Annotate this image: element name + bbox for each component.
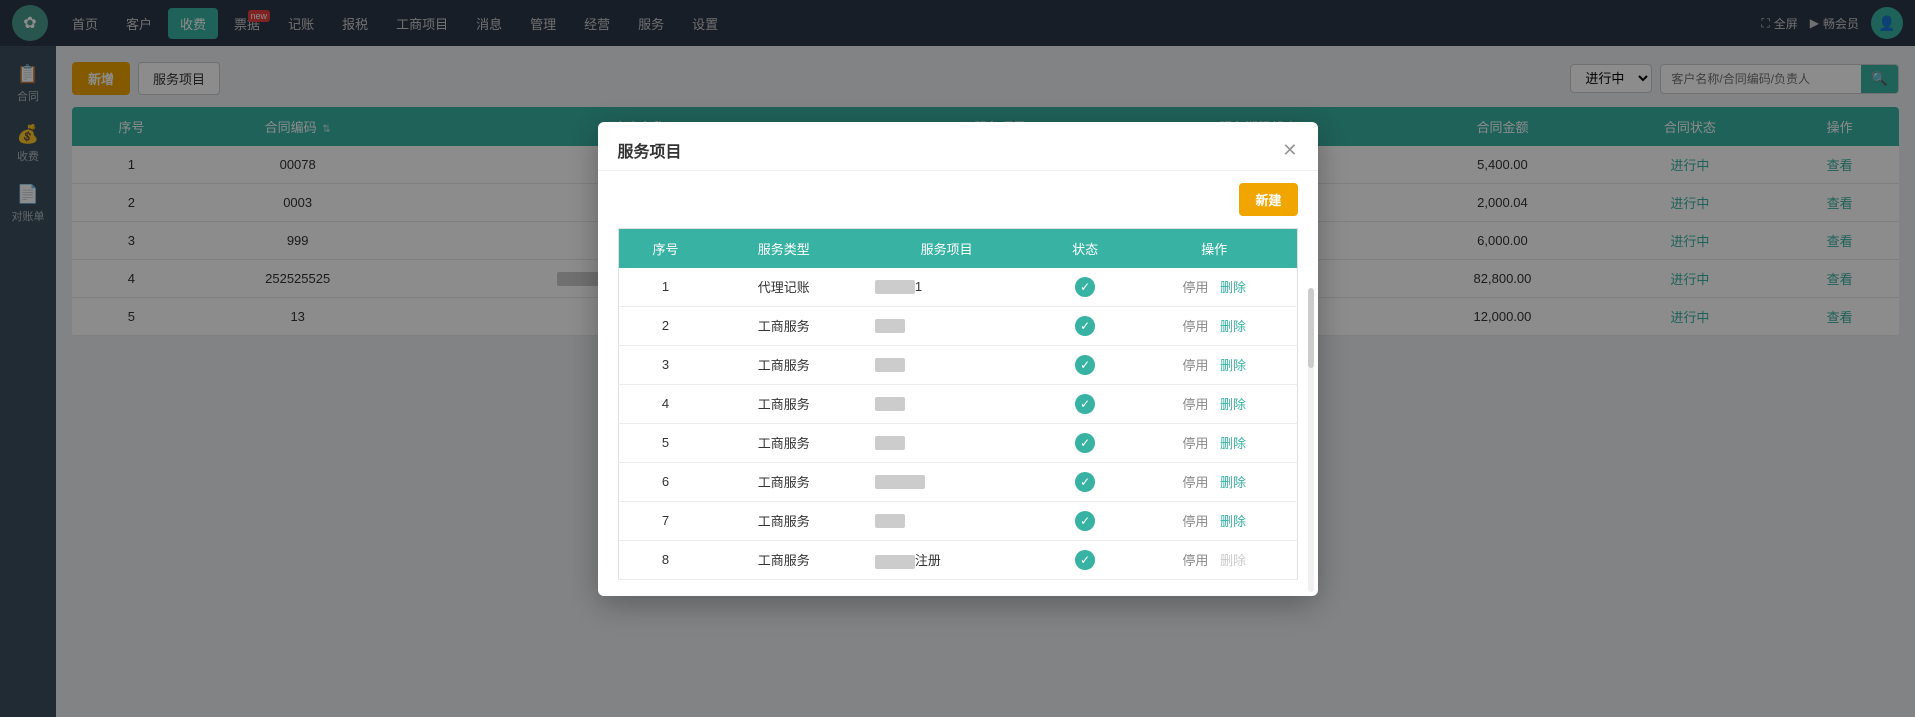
modal-cell-action[interactable]: 停用 删除 xyxy=(1132,540,1297,579)
modal-table-row: 8 工商服务 注册 ✓ 停用 删除 xyxy=(618,540,1297,579)
modal-table-row: 5 工商服务 ✓ 停用 删除 xyxy=(618,423,1297,462)
modal-toolbar: 新建 xyxy=(598,171,1318,228)
modal-cell-status: ✓ xyxy=(1038,540,1132,579)
delete-button[interactable]: 删除 xyxy=(1220,475,1246,490)
modal-cell-type: 工商服务 xyxy=(713,423,855,462)
modal-cell-seq: 8 xyxy=(618,540,713,579)
modal-cell-action[interactable]: 停用 删除 xyxy=(1132,423,1297,462)
modal-cell-type: 工商服务 xyxy=(713,540,855,579)
modal-cell-item: 1 xyxy=(855,268,1038,307)
modal-col-item: 服务项目 xyxy=(855,228,1038,268)
modal-close-button[interactable]: ✕ xyxy=(1282,141,1297,159)
scrollbar-thumb xyxy=(1308,288,1314,368)
modal-new-button[interactable]: 新建 xyxy=(1239,183,1297,216)
modal-cell-item: 注册 xyxy=(855,540,1038,579)
modal-cell-seq: 6 xyxy=(618,462,713,501)
modal-cell-item xyxy=(855,462,1038,501)
modal-cell-action[interactable]: 停用 删除 xyxy=(1132,345,1297,384)
modal-cell-seq: 7 xyxy=(618,501,713,540)
modal-header: 服务项目 ✕ xyxy=(598,122,1318,171)
modal-cell-status: ✓ xyxy=(1038,345,1132,384)
delete-button[interactable]: 删除 xyxy=(1220,358,1246,373)
modal-cell-type: 工商服务 xyxy=(713,501,855,540)
modal-cell-seq: 4 xyxy=(618,384,713,423)
modal-cell-item xyxy=(855,345,1038,384)
stop-button[interactable]: 停用 xyxy=(1182,514,1208,529)
modal-cell-item xyxy=(855,501,1038,540)
modal-cell-type: 代理记账 xyxy=(713,268,855,307)
modal-cell-type: 工商服务 xyxy=(713,462,855,501)
modal-cell-type: 工商服务 xyxy=(713,384,855,423)
stop-button[interactable]: 停用 xyxy=(1182,553,1208,568)
modal-col-seq: 序号 xyxy=(618,228,713,268)
modal-cell-action[interactable]: 停用 删除 xyxy=(1132,268,1297,307)
modal-cell-status: ✓ xyxy=(1038,501,1132,540)
status-check-icon: ✓ xyxy=(1075,355,1095,375)
modal-cell-status: ✓ xyxy=(1038,462,1132,501)
modal-col-action: 操作 xyxy=(1132,228,1297,268)
modal-cell-action[interactable]: 停用 删除 xyxy=(1132,306,1297,345)
status-check-icon: ✓ xyxy=(1075,472,1095,492)
modal-cell-status: ✓ xyxy=(1038,384,1132,423)
delete-button[interactable]: 删除 xyxy=(1220,319,1246,334)
status-check-icon: ✓ xyxy=(1075,277,1095,297)
stop-button[interactable]: 停用 xyxy=(1182,397,1208,412)
modal-cell-type: 工商服务 xyxy=(713,345,855,384)
stop-button[interactable]: 停用 xyxy=(1182,475,1208,490)
modal-col-type: 服务类型 xyxy=(713,228,855,268)
modal-title: 服务项目 xyxy=(618,138,682,162)
stop-button[interactable]: 停用 xyxy=(1182,319,1208,334)
modal-cell-status: ✓ xyxy=(1038,268,1132,307)
modal-table-row: 7 工商服务 ✓ 停用 删除 xyxy=(618,501,1297,540)
stop-button[interactable]: 停用 xyxy=(1182,280,1208,295)
modal-cell-seq: 3 xyxy=(618,345,713,384)
delete-button[interactable]: 删除 xyxy=(1220,514,1246,529)
modal-cell-seq: 2 xyxy=(618,306,713,345)
modal-cell-status: ✓ xyxy=(1038,306,1132,345)
modal-cell-seq: 1 xyxy=(618,268,713,307)
stop-button[interactable]: 停用 xyxy=(1182,358,1208,373)
delete-button[interactable]: 删除 xyxy=(1220,397,1246,412)
service-modal: 服务项目 ✕ 新建 序号 服务类型 服务项目 状态 操作 1 代理记账 xyxy=(598,122,1318,596)
status-check-icon: ✓ xyxy=(1075,550,1095,570)
service-table: 序号 服务类型 服务项目 状态 操作 1 代理记账 1 ✓ 停用 删除 2 工商… xyxy=(618,228,1298,580)
modal-cell-item xyxy=(855,384,1038,423)
modal-col-status: 状态 xyxy=(1038,228,1132,268)
modal-cell-item xyxy=(855,306,1038,345)
scrollbar-track xyxy=(1308,288,1314,592)
modal-cell-action[interactable]: 停用 删除 xyxy=(1132,462,1297,501)
status-check-icon: ✓ xyxy=(1075,511,1095,531)
modal-cell-action[interactable]: 停用 删除 xyxy=(1132,501,1297,540)
status-check-icon: ✓ xyxy=(1075,316,1095,336)
modal-table-row: 2 工商服务 ✓ 停用 删除 xyxy=(618,306,1297,345)
modal-cell-seq: 5 xyxy=(618,423,713,462)
modal-table-row: 4 工商服务 ✓ 停用 删除 xyxy=(618,384,1297,423)
status-check-icon: ✓ xyxy=(1075,433,1095,453)
stop-button[interactable]: 停用 xyxy=(1182,436,1208,451)
modal-body: 序号 服务类型 服务项目 状态 操作 1 代理记账 1 ✓ 停用 删除 2 工商… xyxy=(598,228,1318,596)
modal-table-row: 3 工商服务 ✓ 停用 删除 xyxy=(618,345,1297,384)
modal-cell-status: ✓ xyxy=(1038,423,1132,462)
modal-cell-action[interactable]: 停用 删除 xyxy=(1132,384,1297,423)
modal-cell-type: 工商服务 xyxy=(713,306,855,345)
modal-table-row: 6 工商服务 ✓ 停用 删除 xyxy=(618,462,1297,501)
modal-overlay[interactable]: 服务项目 ✕ 新建 序号 服务类型 服务项目 状态 操作 1 代理记账 xyxy=(0,0,1915,717)
delete-button[interactable]: 删除 xyxy=(1220,436,1246,451)
status-check-icon: ✓ xyxy=(1075,394,1095,414)
modal-table-row: 1 代理记账 1 ✓ 停用 删除 xyxy=(618,268,1297,307)
delete-button[interactable]: 删除 xyxy=(1220,280,1246,295)
delete-button[interactable]: 删除 xyxy=(1220,553,1246,568)
modal-cell-item xyxy=(855,423,1038,462)
